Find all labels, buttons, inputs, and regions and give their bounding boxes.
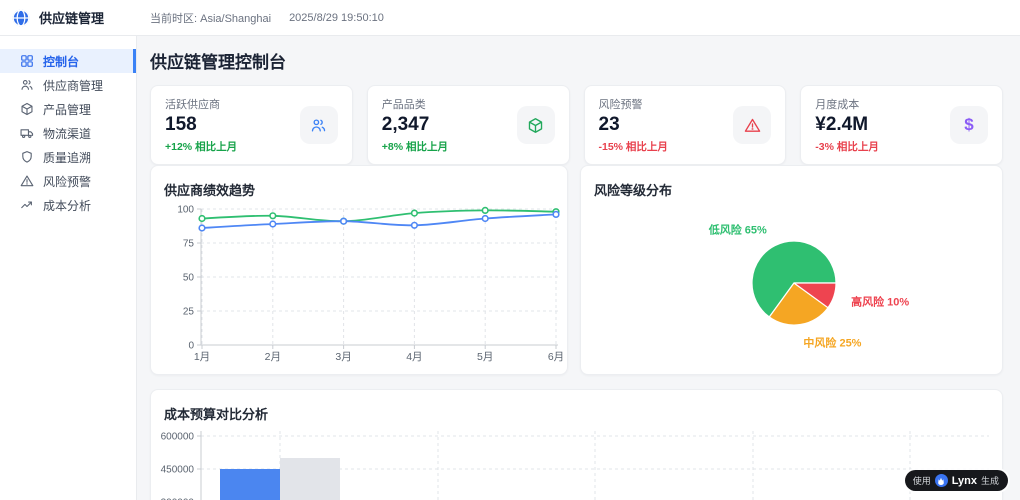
stat-icon-box: $ <box>950 106 988 144</box>
stat-icon-box <box>516 106 555 144</box>
sidebar-item-label: 风险预警 <box>43 174 92 189</box>
svg-text:75: 75 <box>183 239 195 250</box>
chart-title: 成本预算对比分析 <box>164 407 269 422</box>
stat-delta: +8% 相比上月 <box>381 141 448 153</box>
stat-delta: -3% 相比上月 <box>815 141 879 153</box>
svg-text:5月: 5月 <box>477 351 493 363</box>
sidebar-item-label: 控制台 <box>43 54 80 69</box>
stat-label: 风险预警 <box>598 99 643 111</box>
stat-card-monthly-cost: 月度成本 ¥2.4M -3% 相比上月 $ <box>800 85 1003 165</box>
badge-brand: Lynx <box>951 474 977 487</box>
svg-text:450000: 450000 <box>161 465 195 476</box>
page-title: 供应链管理控制台 <box>150 53 286 72</box>
stat-icon-box <box>733 106 772 144</box>
sidebar-item-cost[interactable]: 成本分析 <box>0 193 136 217</box>
stats-row: 活跃供应商 158 +12% 相比上月 产品品类 2,347 +8% 相比上月 … <box>150 85 1003 165</box>
badge-suffix: 生成 <box>980 476 999 486</box>
globe-logo-icon <box>11 8 31 28</box>
sidebar-item-products[interactable]: 产品管理 <box>0 97 136 121</box>
stat-label: 产品品类 <box>381 99 426 111</box>
stat-value: 23 <box>598 114 620 135</box>
stat-icon-box <box>299 106 338 144</box>
stat-card-active-suppliers: 活跃供应商 158 +12% 相比上月 <box>150 85 353 165</box>
svg-text:4月: 4月 <box>406 351 422 363</box>
line-chart-card: 0 25 50 75 100 1月 2月 3月 4月 5月 6月 供应商绩效趋势 <box>150 165 568 375</box>
stat-delta: +12% 相比上月 <box>165 141 238 153</box>
charts-row: 0 25 50 75 100 1月 2月 3月 4月 5月 6月 供应商绩效趋势 低风险 65% 中风… <box>150 165 1003 375</box>
svg-text:中风险 25%: 中风险 25% <box>803 335 861 349</box>
sidebar-item-label: 供应商管理 <box>43 78 104 93</box>
svg-text:0: 0 <box>188 341 194 352</box>
svg-text:3月: 3月 <box>335 351 351 363</box>
svg-text:6月: 6月 <box>548 351 564 363</box>
users-icon <box>310 117 327 134</box>
chart-title: 风险等级分布 <box>594 183 673 198</box>
shield-icon <box>20 150 34 164</box>
bar-chart: 600000450000300000 <box>161 431 989 500</box>
sidebar-item-dashboard[interactable]: 控制台 <box>0 49 136 73</box>
stat-delta: -15% 相比上月 <box>598 141 668 153</box>
package-icon <box>527 117 544 134</box>
app-brand: 供应链管理 <box>0 8 137 28</box>
svg-text:低风险 65%: 低风险 65% <box>708 223 767 237</box>
package-icon <box>20 102 34 116</box>
trend-icon <box>20 198 34 212</box>
datetime-label: 2025/8/29 19:50:10 <box>289 11 384 24</box>
stat-label: 活跃供应商 <box>165 99 220 111</box>
sidebar-item-suppliers[interactable]: 供应商管理 <box>0 73 136 97</box>
svg-text:600000: 600000 <box>161 432 195 443</box>
stat-value: 2,347 <box>381 114 430 135</box>
sidebar-item-label: 质量追溯 <box>43 150 92 165</box>
sidebar-item-label: 成本分析 <box>43 198 92 213</box>
stat-card-risk-alerts: 风险预警 23 -15% 相比上月 <box>583 85 787 165</box>
svg-text:高风险 10%: 高风险 10% <box>851 295 909 309</box>
lynx-badge[interactable]: 使用 Lynx 生成 <box>904 470 1008 491</box>
suppliers-icon <box>20 78 34 92</box>
svg-text:100: 100 <box>177 205 194 216</box>
sidebar-item-quality[interactable]: 质量追溯 <box>0 145 136 169</box>
dollar-icon: $ <box>964 115 974 134</box>
stat-label: 月度成本 <box>815 99 860 111</box>
main-content: 供应链管理控制台 活跃供应商 158 +12% 相比上月 产品品类 2,347 … <box>137 36 1020 500</box>
timezone-label: 当前时区: Asia/Shanghai <box>150 12 272 25</box>
app-title: 供应链管理 <box>39 11 105 26</box>
alert-icon <box>20 174 34 188</box>
stat-value: 158 <box>165 114 197 135</box>
svg-text:50: 50 <box>183 273 195 284</box>
pie-chart-card: 低风险 65% 中风险 25% 高风险 10% 风险等级分布 <box>580 165 1003 375</box>
chart-title: 供应商绩效趋势 <box>164 183 256 198</box>
svg-text:25: 25 <box>183 307 195 318</box>
badge-prefix: 使用 <box>912 476 931 486</box>
alert-icon <box>744 117 761 134</box>
dashboard-icon <box>20 54 34 68</box>
stat-value: ¥2.4M <box>815 114 869 135</box>
bar-chart-card: 600000450000300000 成本预算对比分析 <box>150 389 1003 500</box>
topbar: 供应链管理 当前时区: Asia/Shanghai 2025/8/29 19:5… <box>0 0 1020 36</box>
svg-text:1月: 1月 <box>194 351 210 363</box>
sidebar-item-logistics[interactable]: 物流渠道 <box>0 121 136 145</box>
svg-text:2月: 2月 <box>265 351 281 363</box>
sidebar-item-label: 产品管理 <box>43 102 92 117</box>
sidebar-item-label: 物流渠道 <box>43 126 92 141</box>
truck-icon <box>20 126 34 140</box>
stat-card-product-categories: 产品品类 2,347 +8% 相比上月 <box>366 85 570 165</box>
sidebar-item-risk[interactable]: 风险预警 <box>0 169 136 193</box>
lynx-logo-icon <box>934 474 948 487</box>
sidebar: 控制台 供应商管理 产品管理 物流渠道 质量追溯 风险预警 成本分析 <box>0 36 137 500</box>
